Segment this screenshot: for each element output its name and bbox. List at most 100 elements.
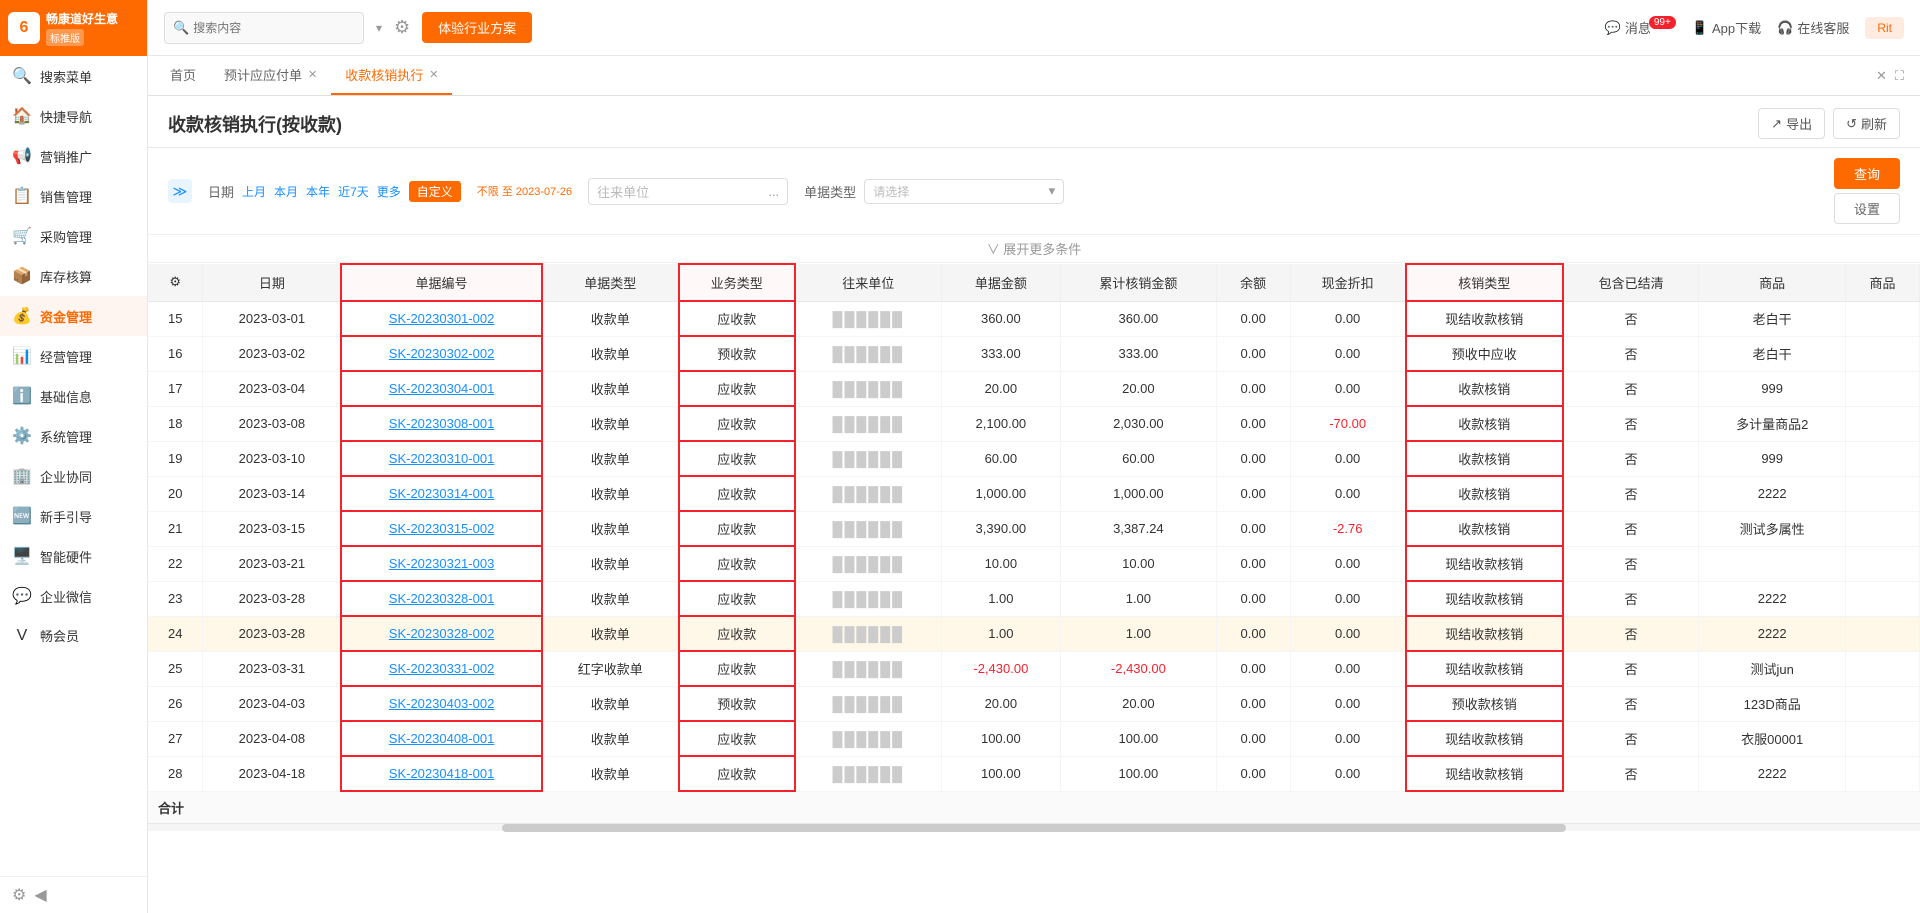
- message-item[interactable]: 💬 消息 99+: [1605, 18, 1676, 37]
- close-all-icon[interactable]: ✕: [1876, 68, 1887, 84]
- sidebar-item-sales[interactable]: 📋销售管理: [0, 176, 147, 216]
- cell-4-2[interactable]: SK-20230310-001: [341, 441, 541, 476]
- sidebar-item-quick[interactable]: 🏠快捷导航: [0, 96, 147, 136]
- cell-2-5: ██████: [795, 371, 941, 406]
- receipt-link[interactable]: SK-20230418-001: [389, 766, 495, 781]
- more-link[interactable]: 更多: [377, 183, 401, 200]
- company-icon: 🏢: [12, 466, 32, 486]
- filter-toggle-button[interactable]: ≫: [168, 179, 192, 203]
- receipt-link[interactable]: SK-20230301-002: [389, 311, 495, 326]
- cell-5-2[interactable]: SK-20230314-001: [341, 476, 541, 511]
- tab-home[interactable]: 首页: [156, 56, 210, 95]
- receipt-link[interactable]: SK-20230308-001: [389, 416, 495, 431]
- receipt-link[interactable]: SK-20230331-002: [389, 661, 495, 676]
- cell-10-4: 应收款: [679, 651, 795, 686]
- user-badge[interactable]: Rit: [1865, 17, 1904, 39]
- cell-1-1: 2023-03-02: [203, 336, 341, 371]
- sidebar-item-finance[interactable]: 💰资金管理: [0, 296, 147, 336]
- sidebar-item-guide[interactable]: 🆕新手引导: [0, 496, 147, 536]
- receipt-link[interactable]: SK-20230403-002: [389, 696, 495, 711]
- last7-link[interactable]: 近7天: [338, 183, 369, 200]
- export-button[interactable]: ↗ 导出: [1758, 108, 1825, 139]
- cell-10-8: 0.00: [1216, 651, 1290, 686]
- inventory-icon: 📦: [12, 266, 32, 286]
- cell-13-11: 否: [1563, 756, 1699, 791]
- logo-badge: 标推版: [46, 29, 84, 46]
- collapse-icon[interactable]: ◀: [34, 885, 46, 905]
- cell-3-3: 收款单: [542, 406, 679, 441]
- sidebar-item-inventory[interactable]: 📦库存核算: [0, 256, 147, 296]
- sidebar-item-operation[interactable]: 📊经营管理: [0, 336, 147, 376]
- tab-close-payable[interactable]: ✕: [308, 68, 317, 81]
- sidebar-item-marketing[interactable]: 📢营销推广: [0, 136, 147, 176]
- sidebar-item-member[interactable]: V畅会员: [0, 616, 147, 655]
- table-row: 182023-03-08SK-20230308-001收款单应收款██████2…: [148, 406, 1920, 441]
- date-label: 日期: [208, 182, 234, 201]
- cell-3-7: 2,030.00: [1061, 406, 1217, 441]
- sidebar-item-system[interactable]: ⚙️系统管理: [0, 416, 147, 456]
- last-month-link[interactable]: 上月: [242, 183, 266, 200]
- cell-4-3: 收款单: [542, 441, 679, 476]
- tab-payable[interactable]: 预计应应付单✕: [210, 56, 331, 95]
- cell-11-2[interactable]: SK-20230403-002: [341, 686, 541, 721]
- solution-button[interactable]: 体验行业方案: [422, 12, 532, 43]
- settings-icon[interactable]: ⚙: [12, 885, 26, 905]
- expand-icon[interactable]: ⛶: [1895, 68, 1904, 84]
- scrollbar-track: [148, 823, 1920, 831]
- cell-4-9: 0.00: [1290, 441, 1406, 476]
- expand-bar[interactable]: ∨ 展开更多条件: [148, 235, 1920, 263]
- filter-settings-button[interactable]: 设置: [1834, 193, 1900, 224]
- cell-5-3: 收款单: [542, 476, 679, 511]
- cell-8-2[interactable]: SK-20230328-001: [341, 581, 541, 616]
- date-filter-group: 日期 上月 本月 本年 近7天 更多 自定义: [208, 181, 461, 202]
- cell-0-2[interactable]: SK-20230301-002: [341, 301, 541, 336]
- custom-date-button[interactable]: 自定义: [409, 181, 461, 202]
- wechat-icon: 💬: [12, 586, 32, 606]
- cell-2-2[interactable]: SK-20230304-001: [341, 371, 541, 406]
- gear-icon[interactable]: ⚙: [394, 17, 410, 38]
- col-header-0: ⚙: [148, 264, 203, 301]
- receipt-link[interactable]: SK-20230328-001: [389, 591, 495, 606]
- sidebar-item-search[interactable]: 🔍搜索菜单: [0, 56, 147, 96]
- cell-7-6: 10.00: [941, 546, 1060, 581]
- sidebar-item-basic[interactable]: ℹ️基础信息: [0, 376, 147, 416]
- cell-6-2[interactable]: SK-20230315-002: [341, 511, 541, 546]
- refresh-button[interactable]: ↺ 刷新: [1833, 108, 1900, 139]
- receipt-type-select[interactable]: 请选择 ▾: [864, 179, 1064, 204]
- cell-13-2[interactable]: SK-20230418-001: [341, 756, 541, 791]
- receipt-link[interactable]: SK-20230310-001: [389, 451, 495, 466]
- receipt-link[interactable]: SK-20230314-001: [389, 486, 495, 501]
- cell-11-9: 0.00: [1290, 686, 1406, 721]
- cell-10-2[interactable]: SK-20230331-002: [341, 651, 541, 686]
- receipt-link[interactable]: SK-20230408-001: [389, 731, 495, 746]
- receipt-link[interactable]: SK-20230302-002: [389, 346, 495, 361]
- cell-11-6: 20.00: [941, 686, 1060, 721]
- cell-7-2[interactable]: SK-20230321-003: [341, 546, 541, 581]
- cell-9-2[interactable]: SK-20230328-002: [341, 616, 541, 651]
- sidebar-item-hardware[interactable]: 🖥️智能硬件: [0, 536, 147, 576]
- receipt-link[interactable]: SK-20230321-003: [389, 556, 495, 571]
- col-header-5: 往来单位: [795, 264, 941, 301]
- tab-close-receipts[interactable]: ✕: [429, 68, 438, 81]
- scrollbar-thumb[interactable]: [502, 824, 1565, 832]
- cell-5-4: 应收款: [679, 476, 795, 511]
- this-year-link[interactable]: 本年: [306, 183, 330, 200]
- app-download-item[interactable]: 📱 App下载: [1692, 18, 1761, 37]
- online-service-item[interactable]: 🎧 在线客服: [1777, 18, 1849, 37]
- receipt-link[interactable]: SK-20230315-002: [389, 521, 495, 536]
- cell-1-2[interactable]: SK-20230302-002: [341, 336, 541, 371]
- topbar-search-box[interactable]: 🔍: [164, 12, 364, 44]
- sidebar-item-wechat[interactable]: 💬企业微信: [0, 576, 147, 616]
- receipt-link[interactable]: SK-20230328-002: [389, 626, 495, 641]
- query-button[interactable]: 查询: [1834, 158, 1900, 189]
- receipt-link[interactable]: SK-20230304-001: [389, 381, 495, 396]
- cell-9-4: 应收款: [679, 616, 795, 651]
- cell-12-2[interactable]: SK-20230408-001: [341, 721, 541, 756]
- this-month-link[interactable]: 本月: [274, 183, 298, 200]
- cell-3-2[interactable]: SK-20230308-001: [341, 406, 541, 441]
- sidebar-item-company[interactable]: 🏢企业协同: [0, 456, 147, 496]
- unit-filter[interactable]: 往来单位 ...: [588, 178, 788, 205]
- search-input[interactable]: [193, 21, 355, 35]
- tab-receipts[interactable]: 收款核销执行✕: [331, 56, 452, 95]
- sidebar-item-purchase[interactable]: 🛒采购管理: [0, 216, 147, 256]
